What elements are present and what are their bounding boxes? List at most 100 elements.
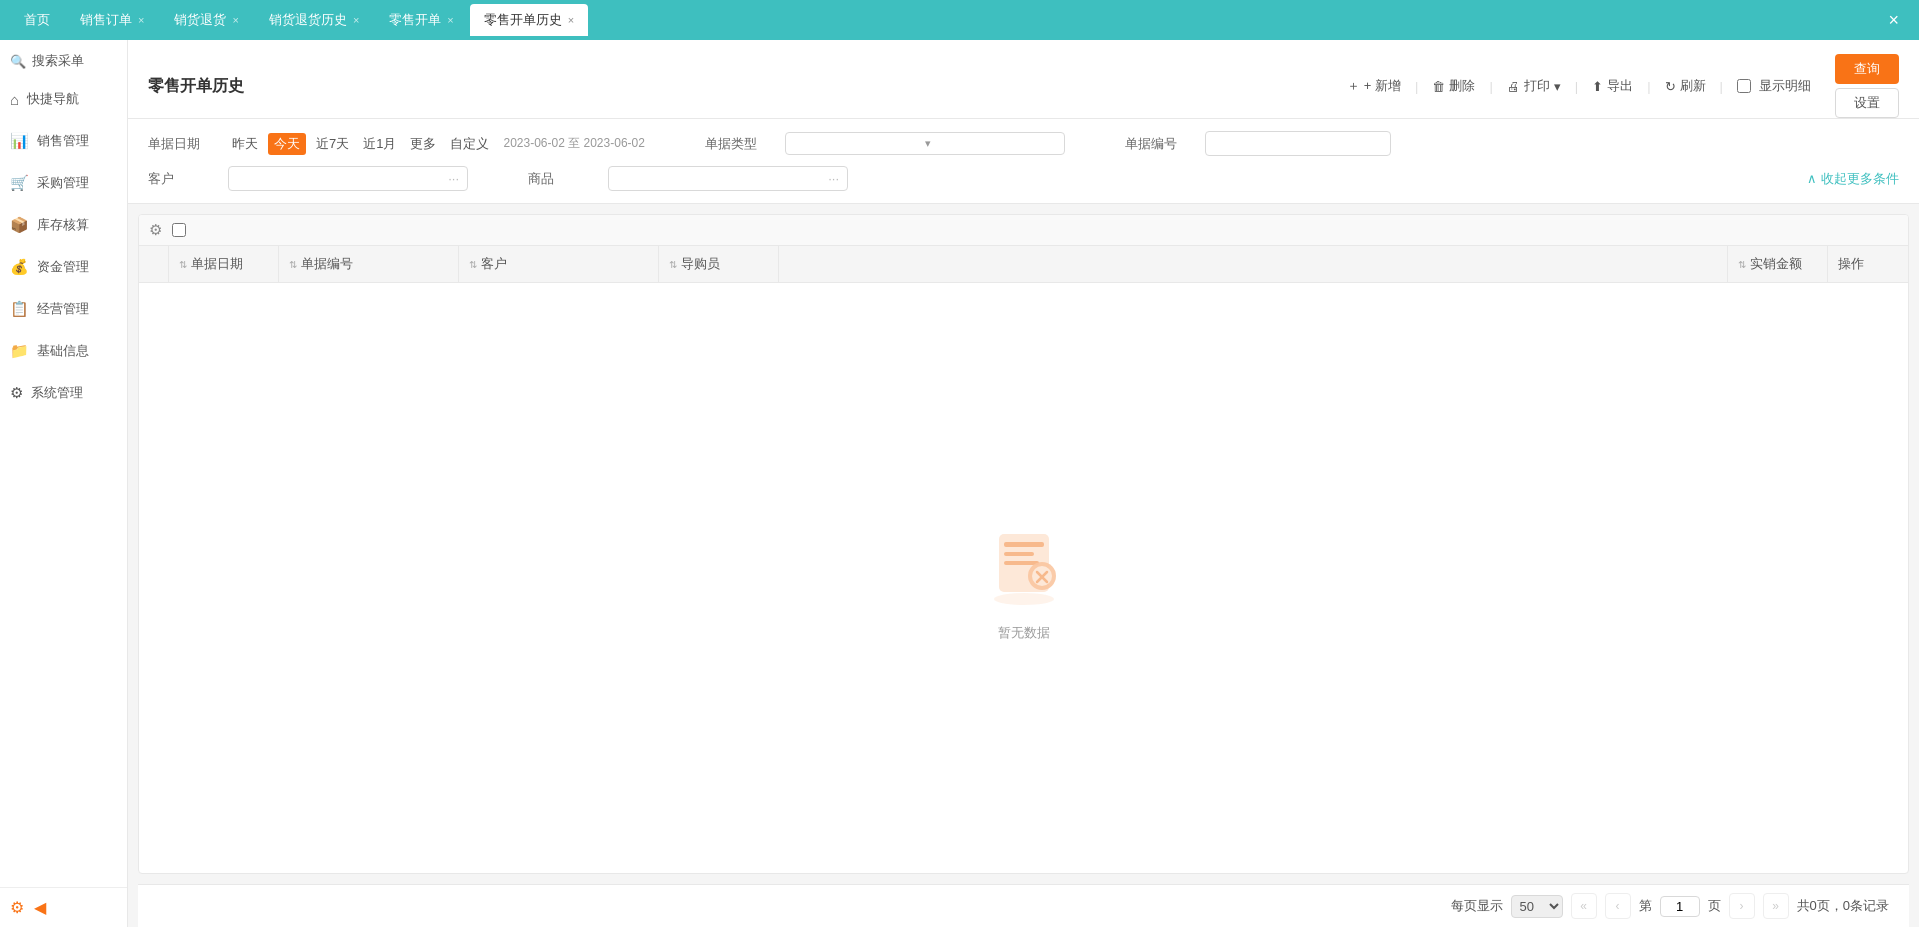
sidebar: 🔍 搜索采单 ⌂ 快捷导航 📊 销售管理 🛒 采购管理 📦 库存核算 💰 资金管… bbox=[0, 40, 128, 927]
basic-info-icon: 📁 bbox=[10, 342, 29, 360]
divider-1: | bbox=[1415, 79, 1418, 94]
order-num-input[interactable] bbox=[1205, 131, 1391, 156]
sidebar-item-system[interactable]: ⚙ 系统管理 bbox=[0, 372, 127, 414]
display-detail-input[interactable] bbox=[1737, 79, 1751, 93]
add-button[interactable]: ＋ + 新增 bbox=[1347, 77, 1401, 95]
th-empty bbox=[139, 246, 169, 282]
content-area: 零售开单历史 ＋ + 新增 | 🗑 删除 | 🖨 打印 ▾ | bbox=[128, 40, 1919, 927]
goods-label: 商品 bbox=[528, 170, 588, 188]
goods-input[interactable]: ··· bbox=[608, 166, 848, 191]
svg-point-0 bbox=[994, 593, 1054, 605]
display-detail-checkbox[interactable]: 显示明细 bbox=[1737, 77, 1811, 95]
tab-sales-return-history[interactable]: 销货退货历史 × bbox=[255, 4, 373, 36]
add-icon: ＋ bbox=[1347, 77, 1360, 95]
window-close-button[interactable]: × bbox=[1878, 10, 1909, 31]
th-date[interactable]: ⇅ 单据日期 bbox=[169, 246, 279, 282]
th-customer[interactable]: ⇅ 客户 bbox=[459, 246, 659, 282]
empty-state-icon bbox=[974, 514, 1074, 614]
collapse-filter-button[interactable]: ∧ 收起更多条件 bbox=[1807, 170, 1899, 188]
sidebar-item-basic-info[interactable]: 📁 基础信息 bbox=[0, 330, 127, 372]
date-opt-7days[interactable]: 近7天 bbox=[312, 133, 353, 155]
customer-label: 客户 bbox=[148, 170, 208, 188]
close-tab-sales-return-icon[interactable]: × bbox=[232, 14, 238, 26]
management-icon: 📋 bbox=[10, 300, 29, 318]
order-type-select[interactable]: ▾ bbox=[785, 132, 1065, 155]
print-icon: 🖨 bbox=[1507, 79, 1520, 94]
delete-button[interactable]: 🗑 删除 bbox=[1432, 77, 1475, 95]
page-first-button[interactable]: « bbox=[1571, 893, 1597, 919]
refresh-icon: ↻ bbox=[1665, 79, 1676, 94]
th-action: 操作 bbox=[1828, 246, 1908, 282]
query-button[interactable]: 查询 bbox=[1835, 54, 1899, 84]
page-prev-button[interactable]: ‹ bbox=[1605, 893, 1631, 919]
table-area: ⚙ ⇅ 单据日期 ⇅ 单据编号 ⇅ 客户 bbox=[138, 214, 1909, 874]
sort-amount-icon: ⇅ bbox=[1738, 259, 1746, 270]
chevron-down-icon: ▾ bbox=[925, 137, 1056, 150]
page-last-button[interactable]: » bbox=[1763, 893, 1789, 919]
close-tab-sales-order-icon[interactable]: × bbox=[138, 14, 144, 26]
select-all-checkbox[interactable] bbox=[172, 223, 186, 237]
purchase-icon: 🛒 bbox=[10, 174, 29, 192]
per-page-label: 每页显示 bbox=[1451, 897, 1503, 915]
table-body: 暂无数据 bbox=[139, 283, 1908, 873]
sort-customer-icon: ⇅ bbox=[469, 259, 477, 270]
date-range-text: 2023-06-02 至 2023-06-02 bbox=[503, 135, 644, 152]
close-tab-retail-order-history-icon[interactable]: × bbox=[568, 14, 574, 26]
collapse-sidebar-icon[interactable]: ◀ bbox=[34, 898, 46, 917]
th-order-num[interactable]: ⇅ 单据编号 bbox=[279, 246, 459, 282]
filter-settings-button[interactable]: 设置 bbox=[1835, 88, 1899, 118]
sidebar-item-sales[interactable]: 📊 销售管理 bbox=[0, 120, 127, 162]
page-next-button[interactable]: › bbox=[1729, 893, 1755, 919]
tab-retail-order[interactable]: 零售开单 × bbox=[375, 4, 467, 36]
tab-retail-order-history[interactable]: 零售开单历史 × bbox=[470, 4, 588, 36]
system-icon: ⚙ bbox=[10, 384, 23, 402]
page-number-input[interactable] bbox=[1660, 896, 1700, 917]
th-extra bbox=[779, 246, 1728, 282]
svg-rect-3 bbox=[1004, 552, 1034, 556]
table-toolbar: ⚙ bbox=[139, 215, 1908, 246]
print-dropdown-icon: ▾ bbox=[1554, 79, 1561, 94]
sidebar-bottom: ⚙ ◀ bbox=[0, 887, 127, 927]
sidebar-item-finance[interactable]: 💰 资金管理 bbox=[0, 246, 127, 288]
customer-input[interactable]: ··· bbox=[228, 166, 468, 191]
close-tab-retail-order-icon[interactable]: × bbox=[447, 14, 453, 26]
filter-row-2: 客户 ··· 商品 ··· ∧ 收起更多条件 bbox=[148, 166, 1899, 191]
pagination-bar: 每页显示 50 100 200 « ‹ 第 页 › » 共0页，0条记录 bbox=[138, 884, 1909, 927]
home-icon: ⌂ bbox=[10, 91, 19, 108]
delete-icon: 🗑 bbox=[1432, 79, 1445, 94]
print-button[interactable]: 🖨 打印 ▾ bbox=[1507, 77, 1561, 95]
collapse-icon: ∧ bbox=[1807, 171, 1817, 186]
th-salesperson[interactable]: ⇅ 导购员 bbox=[659, 246, 779, 282]
settings-bottom-icon[interactable]: ⚙ bbox=[10, 898, 24, 917]
date-opt-custom[interactable]: 自定义 bbox=[446, 133, 493, 155]
tab-sales-return[interactable]: 销货退货 × bbox=[160, 4, 252, 36]
filter-area: 单据日期 昨天 今天 近7天 近1月 更多 自定义 2023-06-02 至 2… bbox=[128, 119, 1919, 204]
close-tab-sales-return-history-icon[interactable]: × bbox=[353, 14, 359, 26]
tab-sales-order[interactable]: 销售订单 × bbox=[66, 4, 158, 36]
date-opt-more[interactable]: 更多 bbox=[406, 133, 440, 155]
tab-home[interactable]: 首页 bbox=[10, 4, 64, 36]
table-header: ⇅ 单据日期 ⇅ 单据编号 ⇅ 客户 ⇅ 导购员 ⇅ 实销 bbox=[139, 246, 1908, 283]
export-button[interactable]: ⬆ 导出 bbox=[1592, 77, 1633, 95]
date-opt-yesterday[interactable]: 昨天 bbox=[228, 133, 262, 155]
finance-icon: 💰 bbox=[10, 258, 29, 276]
top-nav-bar: 首页 销售订单 × 销货退货 × 销货退货历史 × 零售开单 × 零售开单历史 … bbox=[0, 0, 1919, 40]
divider-5: | bbox=[1720, 79, 1723, 94]
sidebar-item-management[interactable]: 📋 经营管理 bbox=[0, 288, 127, 330]
refresh-button[interactable]: ↻ 刷新 bbox=[1665, 77, 1706, 95]
sidebar-item-inventory[interactable]: 📦 库存核算 bbox=[0, 204, 127, 246]
page-size-select[interactable]: 50 100 200 bbox=[1511, 895, 1563, 918]
date-opt-today[interactable]: 今天 bbox=[268, 133, 306, 155]
column-settings-icon[interactable]: ⚙ bbox=[149, 221, 162, 239]
th-amount[interactable]: ⇅ 实销金额 bbox=[1728, 246, 1828, 282]
inventory-icon: 📦 bbox=[10, 216, 29, 234]
sort-date-icon: ⇅ bbox=[179, 259, 187, 270]
date-label: 单据日期 bbox=[148, 135, 208, 153]
sidebar-search[interactable]: 🔍 搜索采单 bbox=[0, 40, 127, 78]
sidebar-item-quick-nav[interactable]: ⌂ 快捷导航 bbox=[0, 78, 127, 120]
order-type-label: 单据类型 bbox=[705, 135, 765, 153]
sidebar-item-purchase[interactable]: 🛒 采购管理 bbox=[0, 162, 127, 204]
toolbar: ＋ + 新增 | 🗑 删除 | 🖨 打印 ▾ | ⬆ 导出 bbox=[1347, 54, 1899, 118]
date-opt-1month[interactable]: 近1月 bbox=[359, 133, 400, 155]
page-word: 页 bbox=[1708, 897, 1721, 915]
